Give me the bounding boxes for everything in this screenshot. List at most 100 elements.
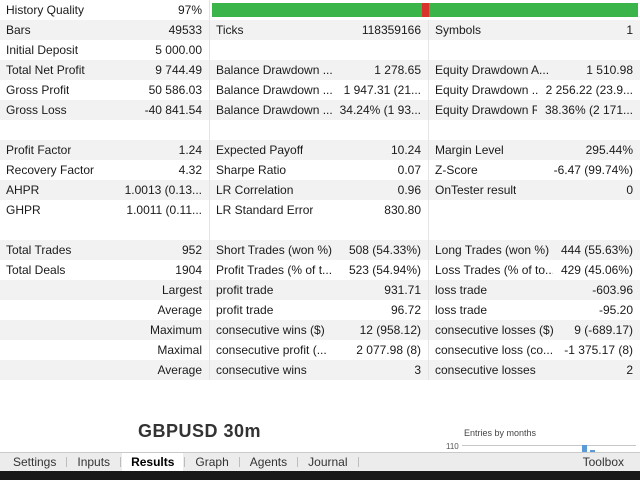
progress-red-segment xyxy=(422,3,429,17)
stat-label: consecutive losses xyxy=(435,363,536,377)
tab-inputs[interactable]: Inputs xyxy=(68,453,119,471)
chart-y-axis-label: 110 xyxy=(446,442,459,451)
stat-label: loss trade xyxy=(435,283,488,297)
stat-label: History Quality xyxy=(6,3,85,17)
bottom-tab-bar: Settings Inputs Results Graph Agents Journal … xyxy=(0,452,640,471)
stats-row: Total Deals 1904 Profit Trades (% of t... 5… xyxy=(0,260,640,280)
stat-value: 5 000.00 xyxy=(155,43,202,57)
stats-row: Average profit trade 96.72 loss trade -95.20 xyxy=(0,300,640,320)
stat-value: -603.96 xyxy=(592,283,633,297)
stat-cell: Largest xyxy=(0,280,210,300)
stats-row: Recovery Factor 4.32 Sharpe Ratio 0.07 Z-Sco… xyxy=(0,160,640,180)
stat-label: Recovery Factor xyxy=(6,163,95,177)
stat-cell: AHPR 1.0013 (0.13... xyxy=(0,180,210,200)
stat-label: Bars xyxy=(6,23,31,37)
stat-cell: loss trade -603.96 xyxy=(429,280,640,300)
tab-separator xyxy=(66,457,68,467)
stat-cell: loss trade -95.20 xyxy=(429,300,640,320)
stat-label: Sharpe Ratio xyxy=(216,163,287,177)
stat-value: 429 (45.06%) xyxy=(560,263,633,277)
stat-label: loss trade xyxy=(435,303,488,317)
stats-row: Total Net Profit 9 744.49 Balance Drawdown… xyxy=(0,60,640,80)
stat-value: -1 375.17 (8) xyxy=(564,343,633,357)
toolbox-label[interactable]: Toolbox xyxy=(583,453,640,471)
stat-label: Margin Level xyxy=(435,143,504,157)
stat-label: Expected Payoff xyxy=(216,143,304,157)
stat-value: 444 (55.63%) xyxy=(560,243,633,257)
stat-label: Total Trades xyxy=(6,243,72,257)
stat-value: 830.80 xyxy=(384,203,421,217)
stat-cell xyxy=(210,40,429,60)
stat-label: Gross Profit xyxy=(6,83,70,97)
stat-cell: consecutive losses ($) 9 (-689.17) xyxy=(429,320,640,340)
stat-cell: Total Deals 1904 xyxy=(0,260,210,280)
stat-cell xyxy=(429,120,640,140)
stats-row: Bars 49533 Ticks 118359166 Symbols 1 xyxy=(0,20,640,40)
tab-journal[interactable]: Journal xyxy=(299,453,356,471)
strategy-tester-results-panel: History Quality 97% Bars 49533 Ticks 11835916… xyxy=(0,0,640,480)
stat-value: 96.72 xyxy=(390,303,421,317)
stat-value: 1 947.31 (21... xyxy=(343,83,421,97)
tabs: Settings Inputs Results Graph Agents Journal xyxy=(0,453,360,471)
stats-row: Largest profit trade 931.71 loss trade -603.… xyxy=(0,280,640,300)
stat-value: 0 xyxy=(626,183,633,197)
stat-value: 49533 xyxy=(168,23,202,37)
stat-value: 97% xyxy=(177,3,202,17)
tab-results[interactable]: Results xyxy=(122,453,184,471)
stat-value: 1 510.98 xyxy=(586,63,633,77)
stat-cell: Equity Drawdown A... 1 510.98 xyxy=(429,60,640,80)
stat-value: 2 xyxy=(626,363,633,377)
stat-cell: LR Standard Error 830.80 xyxy=(210,200,429,220)
stat-cell xyxy=(0,120,210,140)
stat-label: Long Trades (won %) xyxy=(435,243,550,257)
stat-cell: GHPR 1.0011 (0.11... xyxy=(0,200,210,220)
stat-value: -40 841.54 xyxy=(144,103,202,117)
stat-value: 10.24 xyxy=(390,143,421,157)
stat-cell: Gross Loss -40 841.54 xyxy=(0,100,210,120)
stat-label: Initial Deposit xyxy=(6,43,79,57)
stat-cell xyxy=(210,120,429,140)
entries-by-months-chart: Entries by months 110 xyxy=(446,428,638,464)
stat-cell: consecutive wins ($) 12 (958.12) xyxy=(210,320,429,340)
stat-label: Symbols xyxy=(435,23,482,37)
stats-row xyxy=(0,120,640,140)
stat-label: consecutive wins ($) xyxy=(216,323,325,337)
stat-cell: Maximum xyxy=(0,320,210,340)
stat-label: Profit Factor xyxy=(6,143,72,157)
stat-value: 1.24 xyxy=(178,143,202,157)
stat-cell: Average xyxy=(0,360,210,380)
stat-label: consecutive wins xyxy=(216,363,307,377)
tab-settings[interactable]: Settings xyxy=(4,453,65,471)
stat-cell: Profit Factor 1.24 xyxy=(0,140,210,160)
stat-cell xyxy=(429,40,640,60)
stat-label: Balance Drawdown ... xyxy=(216,103,332,117)
stat-value: 0.07 xyxy=(397,163,421,177)
stats-table: History Quality 97% Bars 49533 Ticks 11835916… xyxy=(0,0,640,380)
stat-value: 1 xyxy=(626,23,633,37)
stat-label: profit trade xyxy=(216,303,274,317)
stats-row: Gross Profit 50 586.03 Balance Drawdown ..… xyxy=(0,80,640,100)
stat-value: 0.96 xyxy=(397,183,421,197)
stat-value: 3 xyxy=(414,363,421,377)
stat-cell: Profit Trades (% of t... 523 (54.94%) xyxy=(210,260,429,280)
stat-value: 1904 xyxy=(175,263,202,277)
stat-value: 2 077.98 (8) xyxy=(356,343,421,357)
stat-label: LR Standard Error xyxy=(216,203,314,217)
stat-label: Profit Trades (% of t... xyxy=(216,263,333,277)
stat-label: AHPR xyxy=(6,183,40,197)
stat-cell: Sharpe Ratio 0.07 xyxy=(210,160,429,180)
stat-value: 4.32 xyxy=(178,163,202,177)
tab-graph[interactable]: Graph xyxy=(186,453,237,471)
stat-value: 1.0011 (0.11... xyxy=(126,203,202,217)
stat-value: -6.47 (99.74%) xyxy=(553,163,633,177)
tab-agents[interactable]: Agents xyxy=(241,453,296,471)
stat-value: 523 (54.94%) xyxy=(348,263,421,277)
stat-cell: consecutive losses 2 xyxy=(429,360,640,380)
stat-cell: consecutive loss (co... -1 375.17 (8) xyxy=(429,340,640,360)
tab-separator xyxy=(297,457,299,467)
stat-cell: Equity Drawdown ... 2 256.22 (23.9... xyxy=(429,80,640,100)
tab-separator xyxy=(184,457,186,467)
stat-label: Equity Drawdown A... xyxy=(435,63,550,77)
stat-label: GHPR xyxy=(6,203,41,217)
stat-cell: Balance Drawdown ... 1 278.65 xyxy=(210,60,429,80)
